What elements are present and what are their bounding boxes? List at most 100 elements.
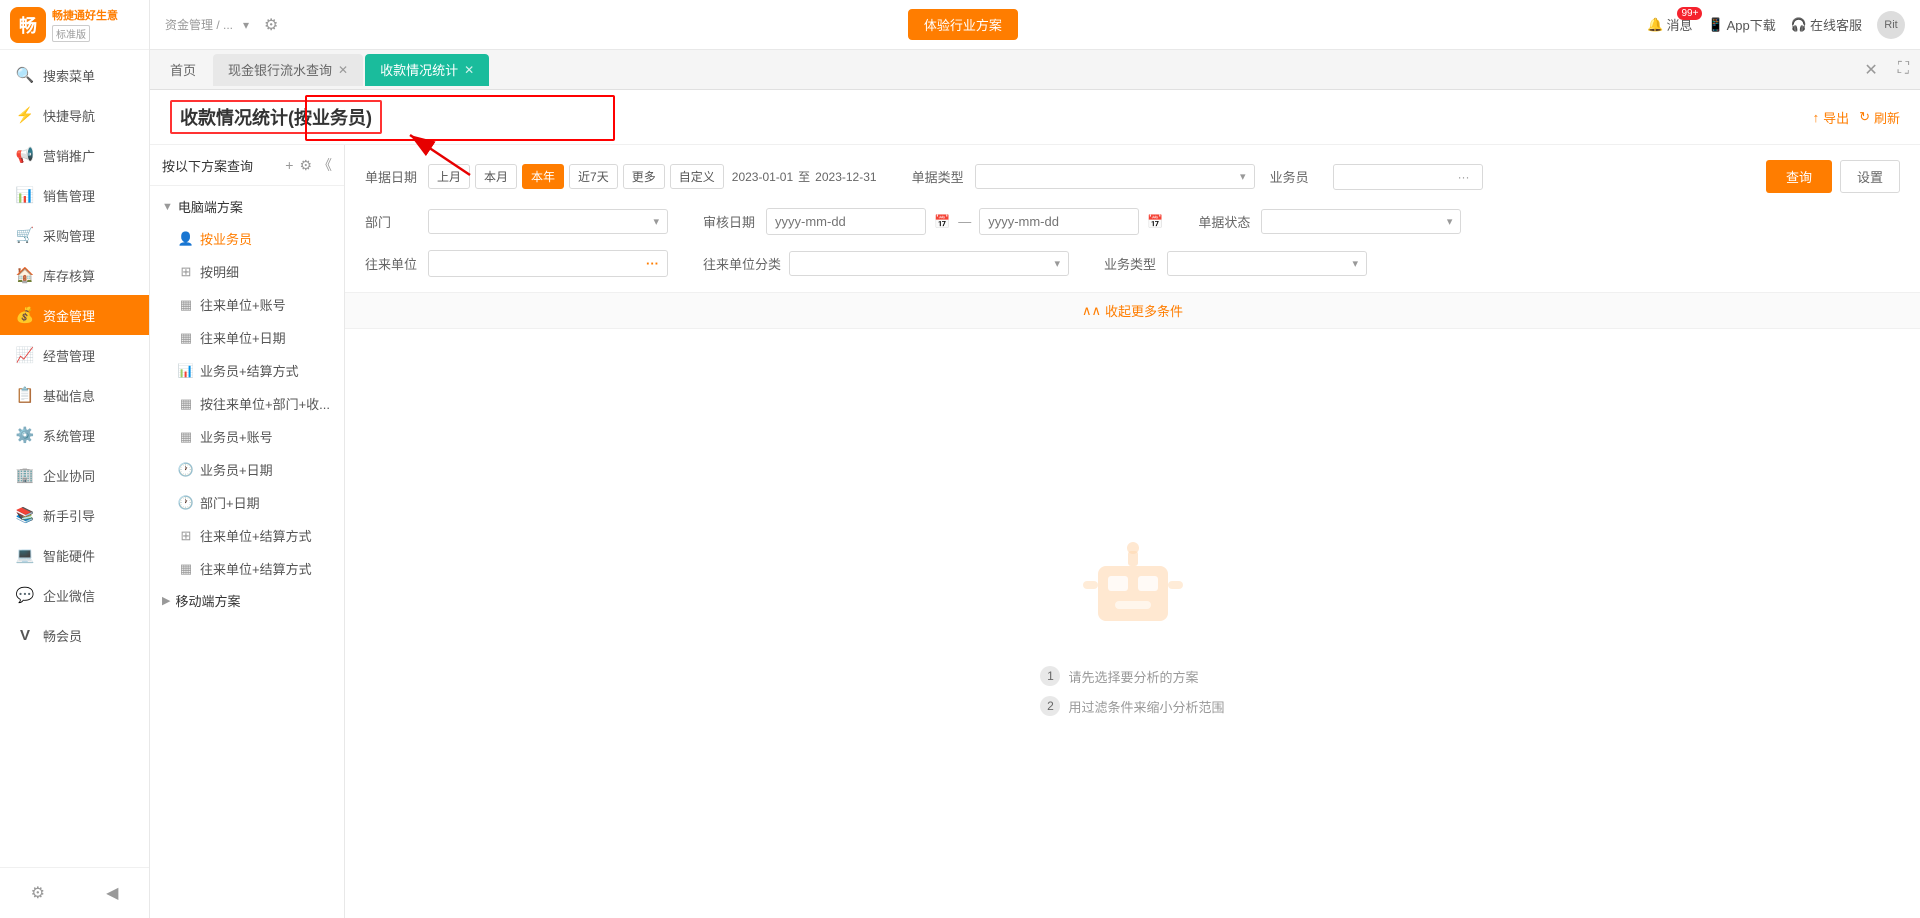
salesman-select[interactable]: ··· xyxy=(1333,164,1483,190)
sidebar-item-sales[interactable]: 📊 销售管理 xyxy=(0,175,149,215)
sidebar-item-label: 采购管理 xyxy=(43,226,95,245)
sidebar-item-label: 畅会员 xyxy=(43,626,82,645)
date-btn-this-month[interactable]: 本月 xyxy=(475,164,517,189)
date-btn-this-year[interactable]: 本年 xyxy=(522,164,564,189)
scheme-settings-icon[interactable]: ⚙ xyxy=(299,157,312,174)
scheme-item-unit-settle2[interactable]: ▦ 往来单位+结算方式 xyxy=(150,552,344,585)
tab-collection-label: 收款情况统计 xyxy=(380,60,458,79)
sidebar-item-wechat[interactable]: 💬 企业微信 xyxy=(0,575,149,615)
app-download-btn[interactable]: 📱 App下载 xyxy=(1707,15,1775,34)
partner-more-icon[interactable]: ··· xyxy=(646,256,659,271)
hint-item-1: 1 请先选择要分析的方案 xyxy=(1040,666,1224,686)
operation-icon: 📈 xyxy=(15,345,35,365)
sidebar-item-search[interactable]: 🔍 搜索菜单 xyxy=(0,55,149,95)
sidebar-collapse-icon[interactable]: ◀ xyxy=(101,878,123,908)
tab-bankflow-close[interactable]: ✕ xyxy=(338,63,348,77)
scheme-item-unit-account[interactable]: ▦ 往来单位+账号 xyxy=(150,288,344,321)
scheme-item-unit-dept[interactable]: ▦ 按往来单位+部门+收... xyxy=(150,387,344,420)
topbar-dropdown-icon[interactable]: ▾ xyxy=(243,18,249,32)
date-btn-last-month[interactable]: 上月 xyxy=(428,164,470,189)
partner-select[interactable]: ··· xyxy=(428,250,668,277)
scheme-item-salesman-date[interactable]: 🕐 业务员+日期 xyxy=(150,453,344,486)
sidebar-item-label: 企业微信 xyxy=(43,586,95,605)
scheme-add-icon[interactable]: + xyxy=(285,157,293,173)
collapse-bar[interactable]: ∧∧ 收起更多条件 xyxy=(345,292,1920,329)
sidebar-item-marketing[interactable]: 📢 营销推广 xyxy=(0,135,149,175)
sidebar-item-enterprise[interactable]: 🏢 企业协同 xyxy=(0,455,149,495)
scheme-group-mobile-title[interactable]: ▶ 移动端方案 xyxy=(150,585,344,616)
tab-bankflow[interactable]: 现金银行流水查询 ✕ xyxy=(213,54,363,86)
date-from: 2023-01-01 xyxy=(732,170,793,184)
scheme-item-unit-settle1[interactable]: ⊞ 往来单位+结算方式 xyxy=(150,519,344,552)
sidebar-item-inventory[interactable]: 🏠 库存核算 xyxy=(0,255,149,295)
user-avatar[interactable]: Rit xyxy=(1877,11,1905,39)
dept-label: 部门 xyxy=(365,212,420,231)
export-btn[interactable]: ↑ 导出 xyxy=(1813,108,1850,127)
sidebar-item-quicknav[interactable]: ⚡ 快捷导航 xyxy=(0,95,149,135)
scheme-item-label: 部门+日期 xyxy=(200,493,260,512)
partner-type-select[interactable]: ▾ xyxy=(789,251,1069,276)
biztype-select[interactable]: ▾ xyxy=(1167,251,1367,276)
docstatus-select[interactable]: ▾ xyxy=(1261,209,1461,234)
doctype-label: 单据类型 xyxy=(912,167,967,186)
doctype-select[interactable]: ▾ xyxy=(975,164,1255,189)
topbar-settings-icon[interactable]: ⚙ xyxy=(264,15,278,35)
online-service-btn[interactable]: 🎧 在线客服 xyxy=(1791,15,1862,34)
scheme-item-dept-date[interactable]: 🕐 部门+日期 xyxy=(150,486,344,519)
calendar-icon-1[interactable]: 📅 xyxy=(934,214,950,230)
scheme-item-unit-date[interactable]: ▦ 往来单位+日期 xyxy=(150,321,344,354)
scheme-group-desktop-title[interactable]: ▼ 电脑端方案 xyxy=(150,191,344,222)
date-btn-custom[interactable]: 自定义 xyxy=(670,164,724,189)
export-label: 导出 xyxy=(1823,108,1849,127)
sidebar-item-operation[interactable]: 📈 经营管理 xyxy=(0,335,149,375)
notifications-badge: 99+ xyxy=(1677,7,1702,20)
scheme-item-by-salesman[interactable]: 👤 按业务员 xyxy=(150,222,344,255)
settings-btn[interactable]: 设置 xyxy=(1840,160,1900,193)
sidebar-item-system[interactable]: ⚙️ 系统管理 xyxy=(0,415,149,455)
notifications-btn[interactable]: 🔔 消息 99+ xyxy=(1647,15,1692,34)
refresh-btn[interactable]: ↻ 刷新 xyxy=(1859,108,1900,127)
filter-action-buttons: 查询 设置 xyxy=(1766,160,1900,193)
query-btn[interactable]: 查询 xyxy=(1766,160,1832,193)
sidebar-item-guide[interactable]: 📚 新手引导 xyxy=(0,495,149,535)
filter-biztype-item: 业务类型 ▾ xyxy=(1104,251,1367,276)
scheme-item-by-detail[interactable]: ⊞ 按明细 xyxy=(150,255,344,288)
guide-icon: 📚 xyxy=(15,505,35,525)
review-date-from[interactable] xyxy=(766,208,926,235)
sidebar-bottom: ⚙ ◀ xyxy=(0,867,149,918)
empty-state: 1 请先选择要分析的方案 2 用过滤条件来缩小分析范围 xyxy=(345,329,1920,918)
sidebar-item-basic[interactable]: 📋 基础信息 xyxy=(0,375,149,415)
scheme-item-label: 往来单位+账号 xyxy=(200,295,286,314)
date-btn-more[interactable]: 更多 xyxy=(623,164,665,189)
system-icon: ⚙️ xyxy=(15,425,35,445)
tab-collection-close[interactable]: ✕ xyxy=(464,63,474,77)
sidebar-item-finance[interactable]: 💰 资金管理 xyxy=(0,295,149,335)
sidebar-settings-icon[interactable]: ⚙ xyxy=(26,878,50,908)
tab-collection[interactable]: 收款情况统计 ✕ xyxy=(365,54,489,86)
scheme-item-salesman-account[interactable]: ▦ 业务员+账号 xyxy=(150,420,344,453)
salesman-more-icon[interactable]: ··· xyxy=(1458,170,1470,184)
date-btn-7days[interactable]: 近7天 xyxy=(569,164,618,189)
date-range-display: 2023-01-01 至 2023-12-31 xyxy=(732,168,877,185)
scheme-item-salesman-settle[interactable]: 📊 业务员+结算方式 xyxy=(150,354,344,387)
tab-home[interactable]: 首页 xyxy=(155,54,211,86)
sidebar-item-label: 快捷导航 xyxy=(43,106,95,125)
window-close-icon[interactable]: ✕ xyxy=(1858,58,1883,82)
sidebar-item-hardware[interactable]: 💻 智能硬件 xyxy=(0,535,149,575)
filter-salesman-item: 业务员 ··· xyxy=(1270,164,1483,190)
trial-btn[interactable]: 体验行业方案 xyxy=(908,9,1018,40)
review-date-to[interactable] xyxy=(979,208,1139,235)
partner-label: 往来单位 xyxy=(365,254,420,273)
sidebar-item-label: 新手引导 xyxy=(43,506,95,525)
window-expand-icon[interactable]: ⛶ xyxy=(1892,58,1915,82)
scheme-collapse-icon[interactable]: 《 xyxy=(318,155,332,175)
clock-icon2: 🕐 xyxy=(178,495,194,511)
topbar: 资金管理 / ... ▾ ⚙ 体验行业方案 🔔 消息 99+ 📱 App下载 🎧… xyxy=(150,0,1920,50)
calendar-icon-2[interactable]: 📅 xyxy=(1147,214,1163,230)
dept-select[interactable]: ▾ xyxy=(428,209,668,234)
sidebar-item-purchase[interactable]: 🛒 采购管理 xyxy=(0,215,149,255)
scheme-item-label: 业务员+账号 xyxy=(200,427,273,446)
sidebar-item-member[interactable]: V 畅会员 xyxy=(0,615,149,655)
empty-hints: 1 请先选择要分析的方案 2 用过滤条件来缩小分析范围 xyxy=(1040,666,1224,716)
grid-icon2: ⊞ xyxy=(178,528,194,544)
